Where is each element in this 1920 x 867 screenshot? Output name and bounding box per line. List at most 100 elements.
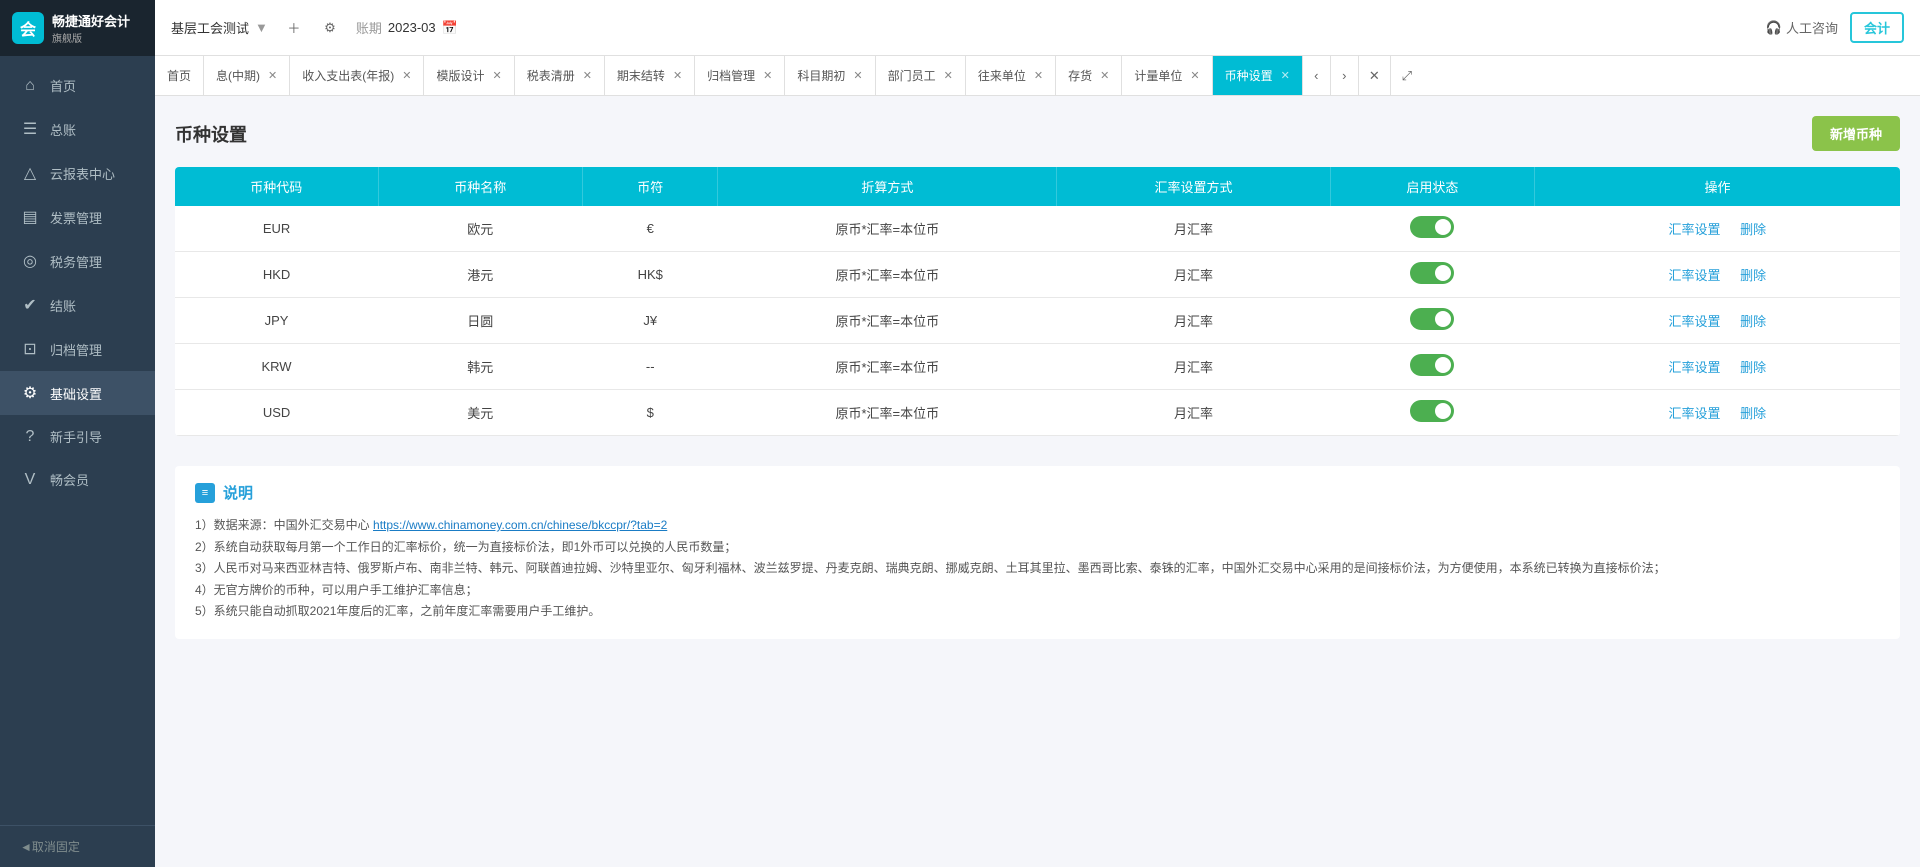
tab-dept[interactable]: 部门员工 ✕: [876, 56, 966, 95]
sidebar-item-invoice[interactable]: ▤发票管理: [0, 195, 155, 239]
sidebar-item-settings[interactable]: ⚙基础设置: [0, 371, 155, 415]
delete-link[interactable]: 删除: [1740, 314, 1766, 329]
tab-close-icon[interactable]: ✕: [492, 69, 501, 82]
tab-contacts[interactable]: 往来单位✕: [966, 56, 1056, 95]
rate-setting-link[interactable]: 汇率设置: [1668, 268, 1720, 283]
tabbar: 首页息(中期)✕收入支出表(年报)✕模版设计✕税表清册✕期末结转✕归档管理✕科目…: [155, 56, 1920, 96]
sidebar-item-archive[interactable]: ⊡归档管理: [0, 327, 155, 371]
period-selector[interactable]: 账期 2023-03 📅: [356, 18, 458, 37]
tab-close-icon[interactable]: ✕: [1100, 69, 1109, 82]
toggle-switch[interactable]: [1410, 308, 1454, 330]
tab-period_end[interactable]: 期末结转 ✕: [605, 56, 695, 95]
guide-icon: ?: [20, 428, 40, 446]
currency-code: USD: [175, 390, 378, 436]
tab-label: 收入支出表(年报): [302, 67, 394, 84]
note-item: 5）系统只能自动抓取2021年度后的汇率，之前年度汇率需要用户手工维护。: [195, 601, 1880, 623]
tab-close-icon[interactable]: ✕: [1034, 69, 1043, 82]
col-header: 币符: [583, 167, 718, 206]
sidebar-logo: 会 畅捷通好会计 旗舰版: [0, 0, 155, 56]
currency-code: KRW: [175, 344, 378, 390]
currency-table-wrap: 币种代码币种名称币符折算方式汇率设置方式启用状态操作 EUR 欧元 € 原币*汇…: [175, 167, 1900, 436]
reports-icon: △: [20, 163, 40, 183]
sidebar-item-ledger[interactable]: ☰总账: [0, 107, 155, 151]
enabled-status: [1330, 390, 1534, 436]
tab-balance[interactable]: 息(中期)✕: [204, 56, 290, 95]
tab-scroll-left[interactable]: ‹: [1303, 56, 1331, 95]
delete-link[interactable]: 删除: [1740, 222, 1766, 237]
page-content: 币种设置 新增币种 币种代码币种名称币符折算方式汇率设置方式启用状态操作 EUR…: [155, 96, 1920, 867]
toggle-switch[interactable]: [1410, 262, 1454, 284]
tab-label: 币种设置: [1225, 67, 1273, 84]
rate-setting-link[interactable]: 汇率设置: [1668, 222, 1720, 237]
tab-unit[interactable]: 计量单位✕: [1122, 56, 1212, 95]
sidebar-item-reports[interactable]: △云报表中心: [0, 151, 155, 195]
delete-link[interactable]: 删除: [1740, 406, 1766, 421]
new-currency-btn[interactable]: 新增币种: [1812, 116, 1900, 151]
rate-type: 月汇率: [1057, 298, 1330, 344]
calc-method: 原币*汇率=本位币: [718, 206, 1057, 252]
toggle-switch[interactable]: [1410, 216, 1454, 238]
tab-tax_clear[interactable]: 税表清册✕: [515, 56, 605, 95]
tab-close-icon[interactable]: ✕: [1281, 69, 1290, 82]
user-role-btn[interactable]: 会计: [1850, 12, 1904, 43]
tab-inventory[interactable]: 存货✕: [1056, 56, 1122, 95]
rate-setting-link[interactable]: 汇率设置: [1668, 314, 1720, 329]
notes-title: 说明: [223, 482, 253, 503]
rate-setting-link[interactable]: 汇率设置: [1668, 360, 1720, 375]
delete-link[interactable]: 删除: [1740, 360, 1766, 375]
sidebar-item-vip[interactable]: V畅会员: [0, 458, 155, 501]
tab-income[interactable]: 收入支出表(年报) ✕: [290, 56, 424, 95]
actions-cell: 汇率设置 删除: [1535, 206, 1900, 252]
tab-maximize-btn[interactable]: ⤢: [1391, 56, 1423, 95]
add-company-btn[interactable]: ＋: [280, 14, 308, 42]
tab-archive_mgmt[interactable]: 归档管理 ✕: [695, 56, 785, 95]
sidebar: 会 畅捷通好会计 旗舰版 ⌂首页☰总账△云报表中心▤发票管理◎税务管理✔结账⊡归…: [0, 0, 155, 867]
sidebar-item-checkout[interactable]: ✔结账: [0, 283, 155, 327]
tab-scroll-right[interactable]: ›: [1331, 56, 1359, 95]
sidebar-item-label: 基础设置: [50, 384, 102, 403]
sidebar-item-label: 首页: [50, 76, 76, 95]
tab-close-icon[interactable]: ✕: [268, 69, 277, 82]
calc-method: 原币*汇率=本位币: [718, 390, 1057, 436]
delete-link[interactable]: 删除: [1740, 268, 1766, 283]
tab-close-icon[interactable]: ✕: [673, 69, 682, 82]
actions-cell: 汇率设置 删除: [1535, 344, 1900, 390]
currency-symbol: --: [583, 344, 718, 390]
calc-method: 原币*汇率=本位币: [718, 252, 1057, 298]
tab-close-icon[interactable]: ✕: [583, 69, 592, 82]
rate-type: 月汇率: [1057, 206, 1330, 252]
toggle-switch[interactable]: [1410, 400, 1454, 422]
tab-template[interactable]: 模版设计✕: [424, 56, 514, 95]
tab-close-icon[interactable]: ✕: [1190, 69, 1199, 82]
help-btn[interactable]: 🎧 人工咨询: [1766, 18, 1838, 37]
rate-setting-link[interactable]: 汇率设置: [1668, 406, 1720, 421]
tab-currency[interactable]: 币种设置 ✕: [1213, 56, 1303, 95]
tab-close-icon[interactable]: ✕: [402, 69, 411, 82]
tab-subjects[interactable]: 科目期初 ✕: [785, 56, 875, 95]
tab-label: 科目期初: [797, 67, 845, 84]
actions-cell: 汇率设置 删除: [1535, 298, 1900, 344]
tab-close-icon[interactable]: ✕: [763, 69, 772, 82]
tab-close-icon[interactable]: ✕: [853, 69, 862, 82]
toggle-switch[interactable]: [1410, 354, 1454, 376]
tab-label: 归档管理: [707, 67, 755, 84]
tab-close-icon[interactable]: ✕: [944, 69, 953, 82]
rate-type: 月汇率: [1057, 252, 1330, 298]
sidebar-item-tax[interactable]: ◎税务管理: [0, 239, 155, 283]
col-header: 汇率设置方式: [1057, 167, 1330, 206]
invoice-icon: ▤: [20, 207, 40, 227]
tab-label: 期末结转: [617, 67, 665, 84]
logo-sub: 旗舰版: [52, 30, 130, 45]
sidebar-item-home[interactable]: ⌂首页: [0, 64, 155, 107]
sidebar-pin-toggle[interactable]: ◄取消固定: [0, 825, 155, 867]
calc-method: 原币*汇率=本位币: [718, 298, 1057, 344]
tab-label: 部门员工: [888, 67, 936, 84]
company-selector[interactable]: 基层工会测试 ▼: [171, 18, 268, 37]
sidebar-item-guide[interactable]: ?新手引导: [0, 415, 155, 458]
currency-name: 欧元: [378, 206, 582, 252]
tab-home[interactable]: 首页: [155, 56, 204, 95]
tab-close-all-btn[interactable]: ✕: [1359, 56, 1391, 95]
external-link[interactable]: https://www.chinamoney.com.cn/chinese/bk…: [373, 518, 667, 532]
actions-cell: 汇率设置 删除: [1535, 390, 1900, 436]
settings-btn[interactable]: ⚙: [316, 14, 344, 42]
